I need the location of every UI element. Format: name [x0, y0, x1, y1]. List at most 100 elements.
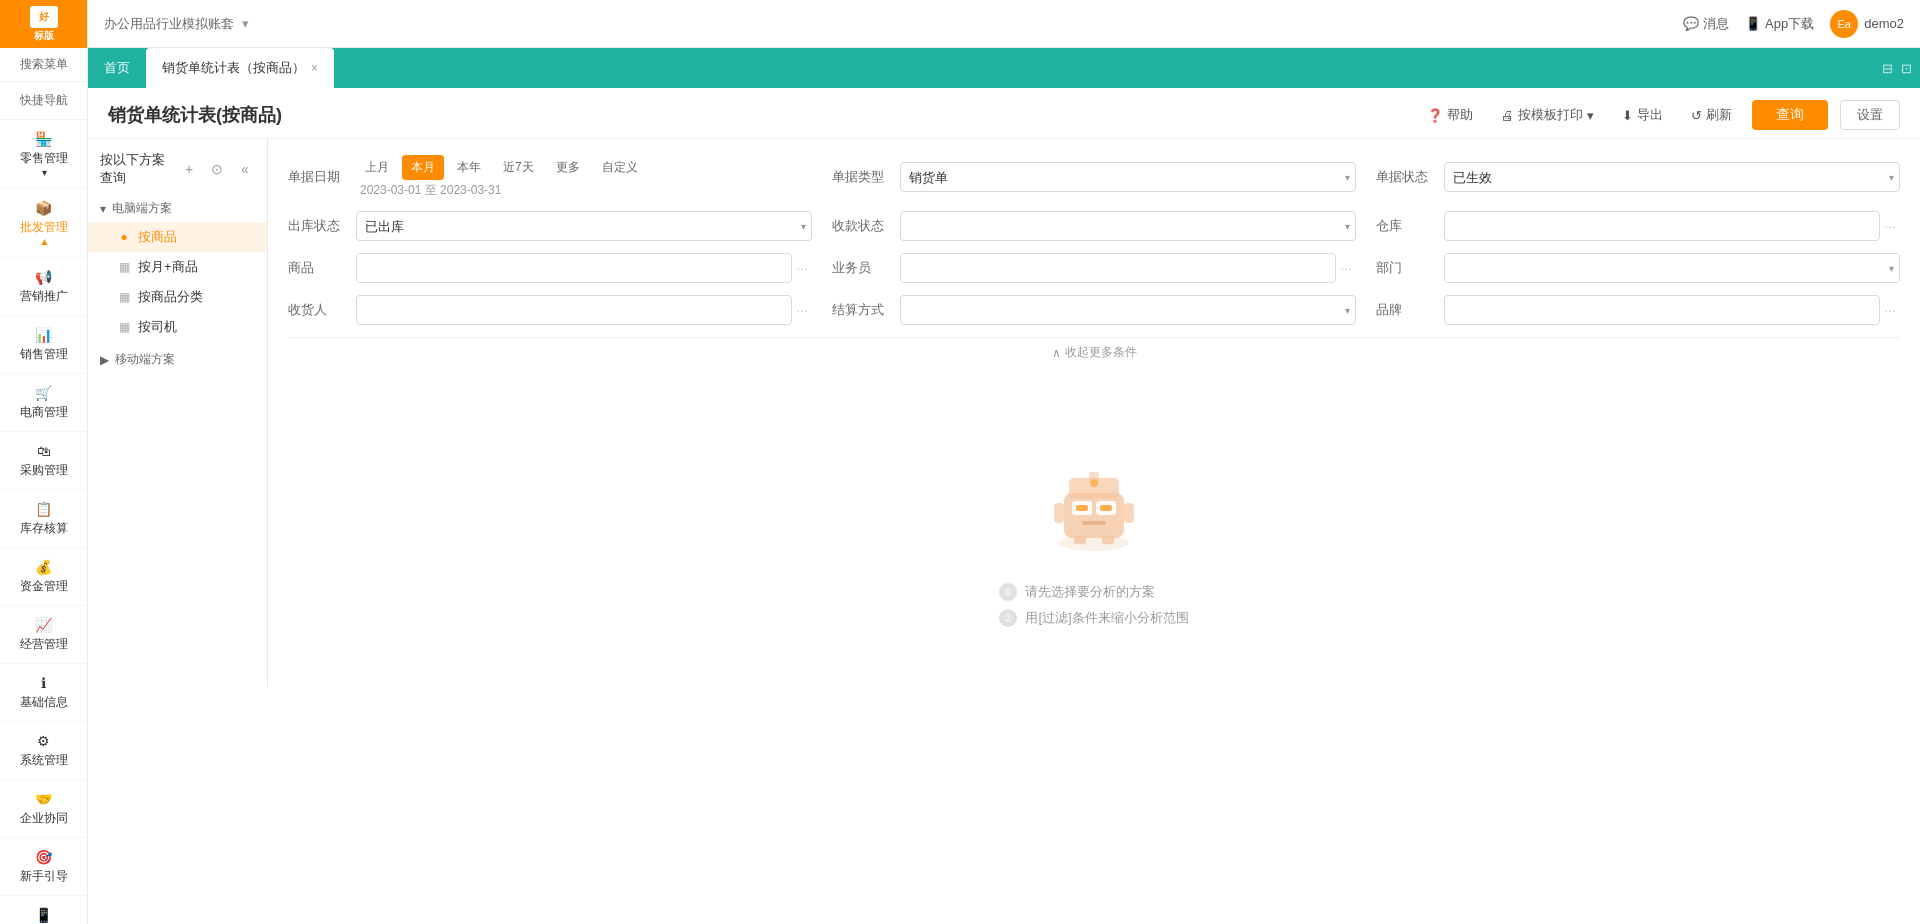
doc-type-select-wrap: 销货单 ▾: [900, 162, 1356, 192]
recipient-input[interactable]: [356, 295, 792, 325]
out-status-select[interactable]: 已出库: [356, 211, 812, 241]
date-tab-this-year[interactable]: 本年: [448, 155, 490, 180]
industry-dropdown-icon[interactable]: ▾: [242, 16, 249, 31]
sidebar-item-system[interactable]: ⚙ 系统管理: [0, 722, 87, 780]
settlement-select[interactable]: [900, 295, 1356, 325]
salesman-input[interactable]: [900, 253, 1336, 283]
query-sidebar-header: 按以下方案查询 + ⊙ «: [88, 147, 267, 191]
tip-num-2: ②: [999, 609, 1017, 627]
quick-nav-item[interactable]: 快捷导航: [0, 86, 87, 115]
date-tab-custom[interactable]: 自定义: [593, 155, 647, 180]
sidebar-item-basics[interactable]: ℹ 基础信息: [0, 664, 87, 722]
brand-more-dots[interactable]: ···: [1880, 302, 1900, 318]
sidebar-item-purchase[interactable]: 🛍 采购管理: [0, 432, 87, 490]
tab-home[interactable]: 首页: [88, 48, 146, 88]
goods-label: 商品: [288, 259, 356, 277]
recipient-more-dots[interactable]: ···: [792, 302, 812, 318]
refresh-btn[interactable]: ↺ 刷新: [1683, 102, 1740, 128]
svg-rect-4: [1076, 505, 1088, 511]
date-tab-7days[interactable]: 近7天: [494, 155, 543, 180]
department-select[interactable]: [1444, 253, 1900, 283]
qs-section-pc-header[interactable]: ▾ 电脑端方案: [88, 195, 267, 222]
qs-settings-btn[interactable]: ⊙: [207, 159, 227, 179]
qs-section-arrow-mobile: ▶: [100, 353, 109, 367]
sidebar-item-guide[interactable]: 🎯 新手引导: [0, 838, 87, 896]
goods-input[interactable]: [356, 253, 792, 283]
qs-item-by-goods[interactable]: ● 按商品: [88, 222, 267, 252]
query-button[interactable]: 查询: [1752, 100, 1828, 130]
message-btn[interactable]: 💬 消息: [1683, 15, 1729, 33]
date-tab-last-month[interactable]: 上月: [356, 155, 398, 180]
user-area[interactable]: Ea demo2: [1830, 10, 1904, 38]
tab-minimize-icon[interactable]: ⊟: [1882, 61, 1893, 76]
goods-more-dots[interactable]: ···: [792, 260, 812, 276]
department-label: 部门: [1376, 259, 1444, 277]
doc-status-label: 单据状态: [1376, 168, 1444, 186]
sidebar-item-ecommerce[interactable]: 🛒 电商管理: [0, 374, 87, 432]
filter-cell-salesman: 业务员 ···: [832, 253, 1356, 283]
sidebar-item-marketing[interactable]: 📢 营销推广: [0, 258, 87, 316]
warehouse-more-dots[interactable]: ···: [1880, 218, 1900, 234]
sidebar-item-inventory[interactable]: 📋 库存核算: [0, 490, 87, 548]
salesman-label: 业务员: [832, 259, 900, 277]
date-tab-more[interactable]: 更多: [547, 155, 589, 180]
filter-cell-doc-status: 单据状态 已生效 ▾: [1376, 155, 1900, 199]
svg-rect-10: [1102, 536, 1114, 544]
print-icon: 🖨: [1501, 108, 1514, 123]
qs-section-arrow-pc: ▾: [100, 202, 106, 216]
warehouse-input[interactable]: [1444, 211, 1880, 241]
doc-status-select[interactable]: 已生效: [1444, 162, 1900, 192]
qs-section-mobile-header[interactable]: ▶ 移动端方案: [88, 346, 267, 373]
qs-section-mobile: ▶ 移动端方案: [88, 346, 267, 373]
receipt-status-select[interactable]: [900, 211, 1356, 241]
app-download-label: App下载: [1765, 15, 1814, 33]
export-btn[interactable]: ⬇ 导出: [1614, 102, 1671, 128]
tab-close-btn[interactable]: ×: [311, 61, 318, 75]
svg-rect-5: [1100, 505, 1112, 511]
search-label: 搜索菜单: [20, 57, 68, 71]
filter-cell-date: 单据日期 上月 本月 本年 近7天 更多 自定义: [288, 155, 812, 199]
sidebar-item-collab[interactable]: 🤝 企业协同: [0, 780, 87, 838]
tab-current[interactable]: 销货单统计表（按商品） ×: [146, 48, 334, 88]
sidebar-item-sales[interactable]: 📊 销售管理: [0, 316, 87, 374]
tip-num-1: ①: [999, 583, 1017, 601]
qs-item-by-category[interactable]: ▦ 按商品分类: [88, 282, 267, 312]
finance-icon: 💰: [35, 558, 53, 576]
doc-type-select[interactable]: 销货单: [900, 162, 1356, 192]
help-btn[interactable]: ❓ 帮助: [1419, 102, 1481, 128]
apps-icon: 📱: [35, 906, 53, 924]
print-label: 按模板打印: [1518, 106, 1583, 124]
collapse-more-btn[interactable]: ∧ 收起更多条件: [288, 337, 1900, 367]
salesman-more-dots[interactable]: ···: [1336, 260, 1356, 276]
sidebar-item-wholesale[interactable]: 📦 批发管理 ▲: [0, 189, 87, 258]
sidebar-item-retail[interactable]: 🏪 零售管理 ▾: [0, 120, 87, 189]
avatar: Ea: [1830, 10, 1858, 38]
filter-row-3: 商品 ··· 业务员 ···: [288, 253, 1900, 283]
department-select-wrap: ▾: [1444, 253, 1900, 283]
sidebar-search-menu[interactable]: 搜索菜单: [0, 48, 87, 82]
sidebar-item-finance[interactable]: 💰 资金管理: [0, 548, 87, 606]
purchase-label: 采购管理: [20, 462, 68, 479]
qs-item-icon-month: ▦: [116, 259, 132, 275]
empty-state: ① 请先选择要分析的方案 ② 用[过滤]条件来缩小分析范围: [268, 383, 1920, 687]
wholesale-arrow: ▲: [40, 236, 50, 247]
settings-button[interactable]: 设置: [1840, 100, 1900, 130]
qs-item-by-driver[interactable]: ▦ 按司机: [88, 312, 267, 342]
sidebar-quick-nav[interactable]: 快捷导航: [0, 82, 87, 120]
date-tab-this-month[interactable]: 本月: [402, 155, 444, 180]
qs-add-btn[interactable]: +: [179, 159, 199, 179]
page-title: 销货单统计表(按商品): [108, 103, 282, 127]
qs-collapse-btn[interactable]: «: [235, 159, 255, 179]
brand-input[interactable]: [1444, 295, 1880, 325]
date-picker-group: 上月 本月 本年 近7天 更多 自定义: [356, 155, 812, 180]
qs-item-icon-driver: ▦: [116, 319, 132, 335]
header-left: 办公用品行业模拟账套 ▾: [104, 15, 249, 33]
print-btn[interactable]: 🖨 按模板打印 ▾: [1493, 102, 1602, 128]
sidebar-item-operations[interactable]: 📈 经营管理: [0, 606, 87, 664]
app-download-btn[interactable]: 📱 App下载: [1745, 15, 1814, 33]
tab-expand-icon[interactable]: ⊡: [1901, 61, 1912, 76]
qs-item-by-month-goods[interactable]: ▦ 按月+商品: [88, 252, 267, 282]
qs-item-label-driver: 按司机: [138, 318, 177, 336]
main-area: 办公用品行业模拟账套 ▾ 💬 消息 📱 App下载 Ea demo2 首页: [88, 0, 1920, 924]
sidebar-item-apps[interactable]: 📱 应用中心: [0, 896, 87, 924]
